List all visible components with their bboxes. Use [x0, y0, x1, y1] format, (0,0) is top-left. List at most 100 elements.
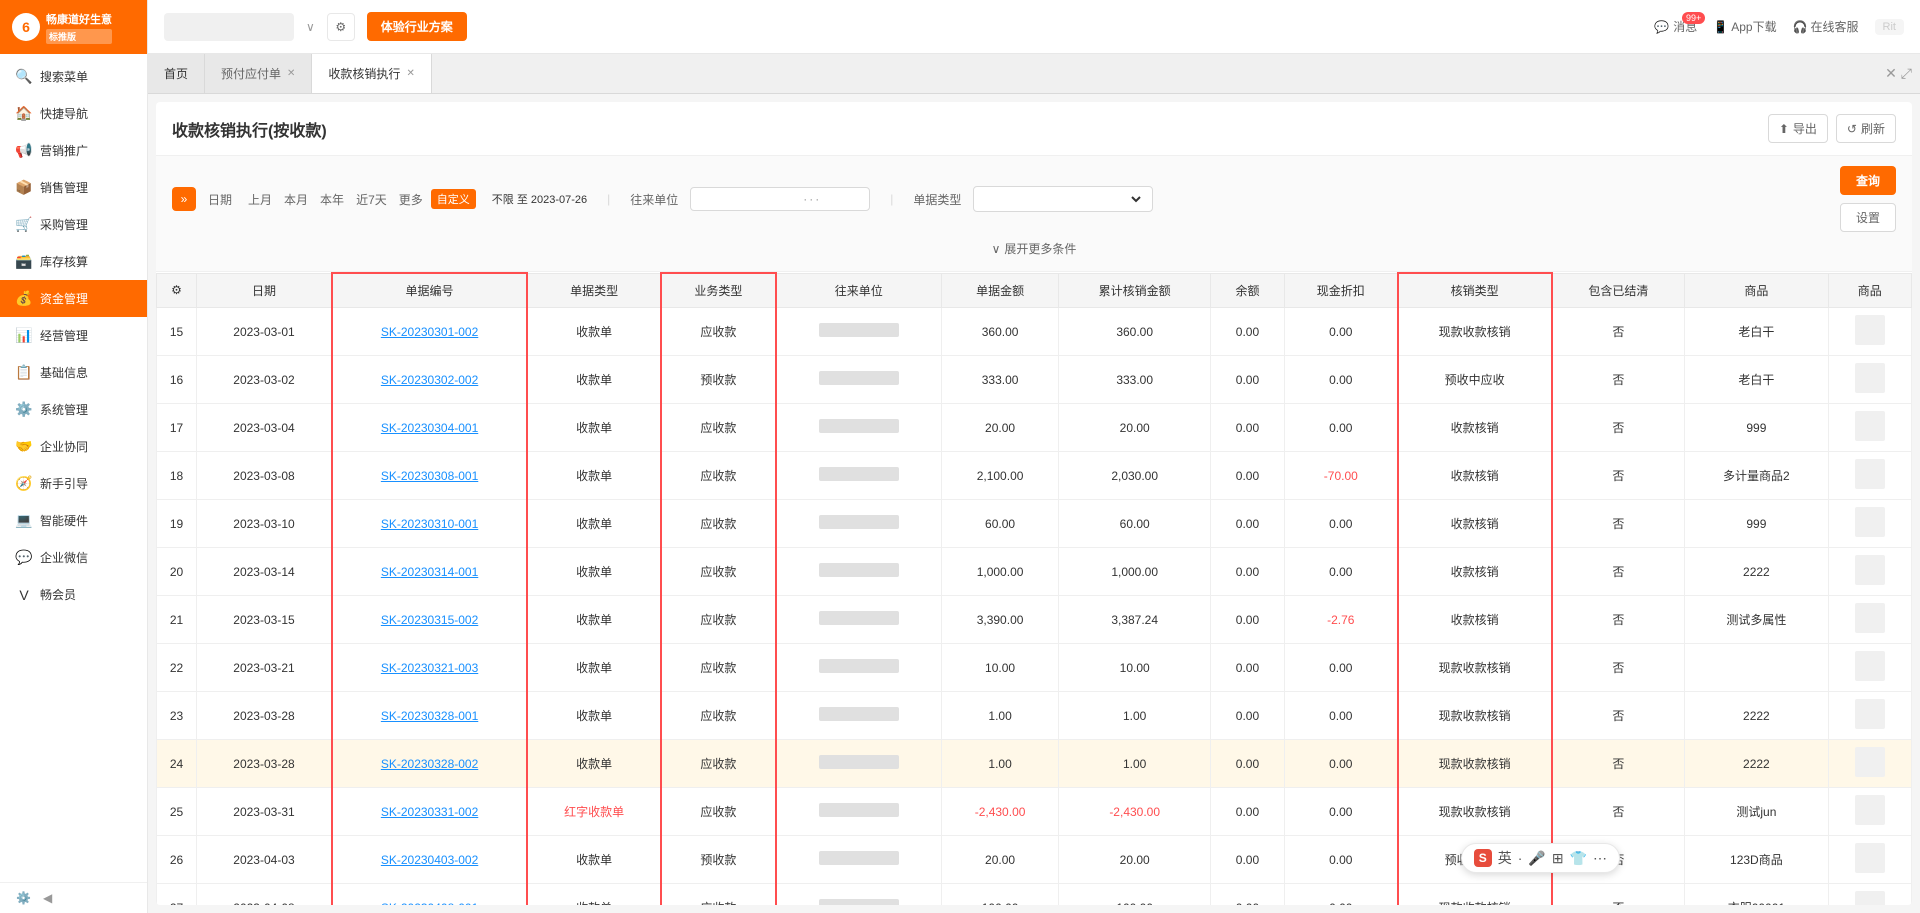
tab-receipt-close-icon[interactable]: ✕: [406, 68, 414, 79]
th-gear[interactable]: ⚙: [157, 273, 197, 308]
filter-date-7days[interactable]: 近7天: [352, 189, 391, 210]
cell-verify-type: 收款核销: [1398, 404, 1552, 452]
ime-eng-label[interactable]: 英: [1498, 848, 1512, 868]
filter-date-this-year[interactable]: 本年: [316, 189, 348, 210]
sidebar-item-label-system: 系统管理: [40, 401, 88, 418]
message-badge: 99+: [1682, 12, 1705, 24]
cell-bill-no: SK-20230304-001: [332, 404, 527, 452]
sidebar-item-basic[interactable]: 📋 基础信息: [0, 354, 147, 391]
tab-prepay-close-icon[interactable]: ✕: [287, 68, 295, 79]
cell-amount: 10.00: [941, 644, 1058, 692]
cell-product: 老白干: [1685, 308, 1828, 356]
bill-no-link[interactable]: SK-20230321-003: [381, 661, 478, 675]
filter-expand-btn[interactable]: »: [172, 187, 196, 211]
message-btn[interactable]: 💬 消息 99+: [1654, 18, 1697, 35]
bill-no-link[interactable]: SK-20230408-001: [381, 901, 478, 906]
bill-no-link[interactable]: SK-20230310-001: [381, 517, 478, 531]
bill-no-link[interactable]: SK-20230302-002: [381, 373, 478, 387]
cell-discount: 0.00: [1284, 404, 1398, 452]
filter-date-last-month[interactable]: 上月: [244, 189, 276, 210]
cell-product-img: [1828, 644, 1911, 692]
tab-prepay[interactable]: 预付应付单 ✕: [205, 54, 312, 93]
filter-date-more[interactable]: 更多: [395, 189, 427, 210]
table-header-row: ⚙ 日期 单据编号 单据类型 业务类型 往来单位 单据金额 累计核销金额 余额 …: [157, 273, 1912, 308]
filter-bill-type-select[interactable]: [982, 191, 1144, 207]
sidebar-item-finance[interactable]: 💰 资金管理: [0, 280, 147, 317]
filter-date-custom[interactable]: 自定义: [431, 189, 476, 209]
sidebar-item-wechat[interactable]: 💬 企业微信: [0, 539, 147, 576]
sidebar-item-system[interactable]: ⚙️ 系统管理: [0, 391, 147, 428]
tab-expand-icon[interactable]: ⤢: [1901, 65, 1912, 82]
bill-no-link[interactable]: SK-20230304-001: [381, 421, 478, 435]
export-btn[interactable]: ⬆ 导出: [1768, 114, 1828, 143]
sidebar-item-purchase[interactable]: 🛒 采购管理: [0, 206, 147, 243]
cell-bill-type: 收款单: [527, 644, 661, 692]
sidebar-collapse-icon[interactable]: ◀: [43, 891, 52, 905]
bill-no-link[interactable]: SK-20230328-001: [381, 709, 478, 723]
bill-no-link[interactable]: SK-20230315-002: [381, 613, 478, 627]
sidebar-item-quick-nav[interactable]: 🏠 快捷导航: [0, 95, 147, 132]
sidebar-item-search[interactable]: 🔍 搜索菜单: [0, 58, 147, 95]
th-product: 商品: [1685, 273, 1828, 308]
cell-no: 16: [157, 356, 197, 404]
expand-more-btn[interactable]: ∨ 展开更多条件: [172, 236, 1896, 261]
cell-no: 19: [157, 500, 197, 548]
online-service-btn[interactable]: 🎧 在线客服: [1793, 18, 1859, 35]
tab-close-all-icon[interactable]: ✕: [1885, 65, 1897, 82]
search-menu-icon: 🔍: [16, 69, 32, 85]
cell-balance: 0.00: [1211, 500, 1285, 548]
bill-no-link[interactable]: SK-20230328-002: [381, 757, 478, 771]
topbar-arrow-icon: ∨: [306, 20, 315, 34]
cell-product-img: [1828, 308, 1911, 356]
sidebar-settings-icon[interactable]: ⚙️: [16, 891, 31, 905]
vip-icon: V: [16, 587, 32, 603]
ime-more-icon[interactable]: ⋯: [1593, 850, 1607, 867]
cell-cumulative: 100.00: [1059, 884, 1211, 906]
bill-no-link[interactable]: SK-20230331-002: [381, 805, 478, 819]
cell-product: 测试多属性: [1685, 596, 1828, 644]
filter-date-this-month[interactable]: 本月: [280, 189, 312, 210]
ime-grid-icon[interactable]: ⊞: [1552, 850, 1564, 867]
cell-bill-type: 收款单: [527, 308, 661, 356]
sidebar-item-vip[interactable]: V 畅会员: [0, 576, 147, 613]
app-download-btn[interactable]: 📱 App下载: [1713, 18, 1776, 35]
query-btn[interactable]: 查询: [1840, 166, 1896, 195]
bill-no-link[interactable]: SK-20230403-002: [381, 853, 478, 867]
cell-balance: 0.00: [1211, 308, 1285, 356]
refresh-btn[interactable]: ↺ 刷新: [1836, 114, 1896, 143]
cell-include-settled: 否: [1552, 404, 1685, 452]
cell-cumulative: 1,000.00: [1059, 548, 1211, 596]
cell-amount: 2,100.00: [941, 452, 1058, 500]
sidebar-item-label-operations: 经营管理: [40, 327, 88, 344]
sidebar-item-label-guide: 新手引导: [40, 475, 88, 492]
filter-settings-btn[interactable]: 设置: [1840, 203, 1896, 232]
sidebar-item-marketing[interactable]: 📢 营销推广: [0, 132, 147, 169]
bill-no-link[interactable]: SK-20230308-001: [381, 469, 478, 483]
filter-counterpart-input[interactable]: [699, 192, 799, 206]
table-row: 26 2023-04-03 SK-20230403-002 收款单 预收款 20…: [157, 836, 1912, 884]
sidebar-item-guide[interactable]: 🧭 新手引导: [0, 465, 147, 502]
sidebar-item-sales[interactable]: 📦 销售管理: [0, 169, 147, 206]
cell-date: 2023-03-10: [197, 500, 332, 548]
user-info: Rit: [1875, 19, 1904, 35]
cell-product-img: [1828, 596, 1911, 644]
bill-no-link[interactable]: SK-20230301-002: [381, 325, 478, 339]
sidebar-item-inventory[interactable]: 🗃️ 库存核算: [0, 243, 147, 280]
table-row: 24 2023-03-28 SK-20230328-002 收款单 应收款 1.…: [157, 740, 1912, 788]
tab-home[interactable]: 首页: [148, 54, 205, 93]
ime-shirt-icon[interactable]: 👕: [1570, 850, 1587, 867]
cell-product: 999: [1685, 500, 1828, 548]
solution-btn[interactable]: 体验行业方案: [367, 12, 467, 41]
sidebar-item-enterprise[interactable]: 🤝 企业协同: [0, 428, 147, 465]
table-row: 16 2023-03-02 SK-20230302-002 收款单 预收款 33…: [157, 356, 1912, 404]
hardware-icon: 💻: [16, 513, 32, 529]
sidebar-item-hardware[interactable]: 💻 智能硬件: [0, 502, 147, 539]
tab-receipt-verify[interactable]: 收款核销执行 ✕: [312, 54, 431, 93]
th-verify-type: 核销类型: [1398, 273, 1552, 308]
tabbar: 首页 预付应付单 ✕ 收款核销执行 ✕ ✕ ⤢: [148, 54, 1920, 94]
sidebar-item-operations[interactable]: 📊 经营管理: [0, 317, 147, 354]
ime-mic-icon[interactable]: 🎤: [1528, 850, 1545, 867]
settings-gear-btn[interactable]: ⚙: [327, 13, 355, 41]
bill-no-link[interactable]: SK-20230314-001: [381, 565, 478, 579]
th-bill-no: 单据编号: [332, 273, 527, 308]
